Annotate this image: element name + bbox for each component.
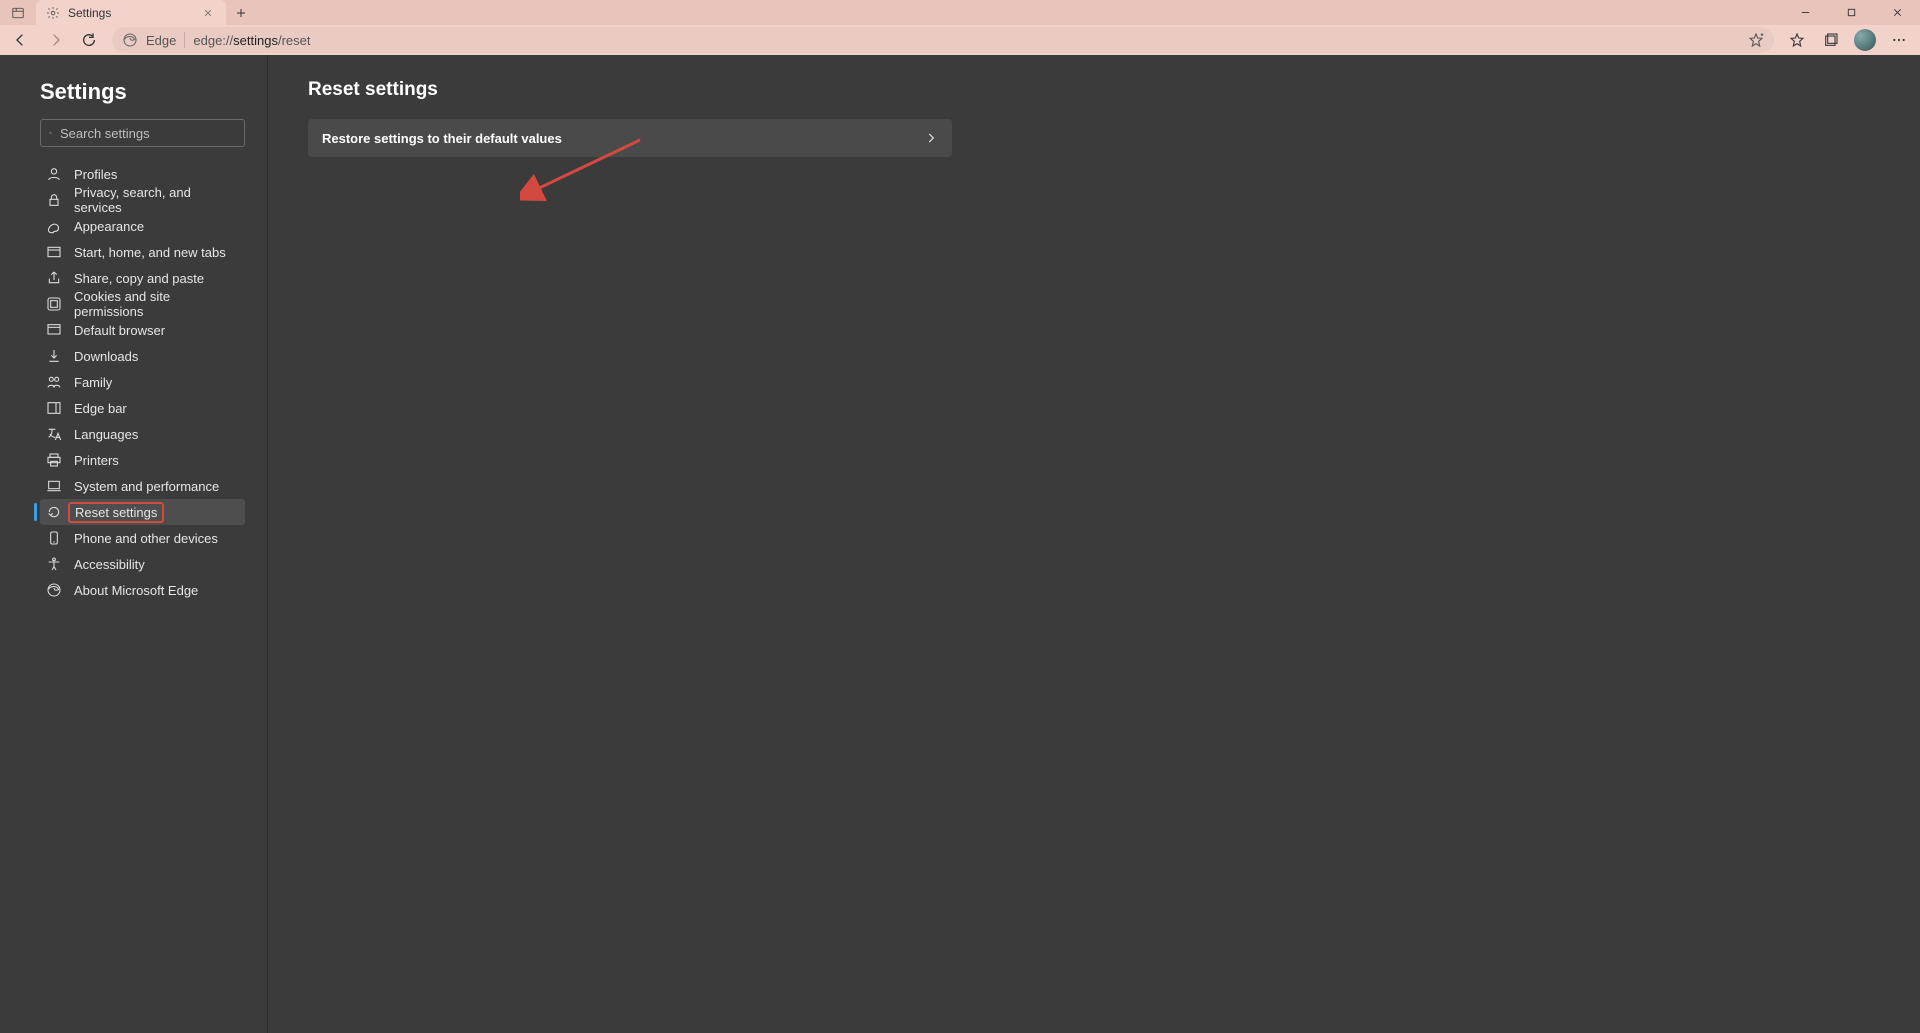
- menu-button[interactable]: [1884, 25, 1914, 55]
- tab-actions-button[interactable]: [0, 0, 36, 25]
- sidebar-item-label: Default browser: [74, 323, 165, 338]
- favorite-star-icon[interactable]: [1748, 32, 1764, 48]
- share-icon: [46, 270, 62, 286]
- sidebar-item-download[interactable]: Downloads: [40, 343, 245, 369]
- printer-icon: [46, 452, 62, 468]
- lock-icon: [46, 192, 62, 208]
- phone-icon: [46, 530, 62, 546]
- browser-tab[interactable]: Settings: [36, 0, 226, 25]
- sidebar-item-profile[interactable]: Profiles: [40, 161, 245, 187]
- sidebar-item-window[interactable]: Start, home, and new tabs: [40, 239, 245, 265]
- reset-icon: [46, 504, 62, 520]
- sidebar-item-language[interactable]: Languages: [40, 421, 245, 447]
- window-minimize-button[interactable]: [1782, 0, 1828, 25]
- nav-back-button[interactable]: [6, 25, 36, 55]
- nav-reload-button[interactable]: [74, 25, 104, 55]
- gear-icon: [46, 6, 60, 20]
- download-icon: [46, 348, 62, 364]
- sidebar-item-label: System and performance: [74, 479, 219, 494]
- favorites-button[interactable]: [1782, 25, 1812, 55]
- window-close-button[interactable]: [1874, 0, 1920, 25]
- window-controls: [1782, 0, 1920, 25]
- sidebar-item-laptop[interactable]: System and performance: [40, 473, 245, 499]
- sidebar-item-label: Reset settings: [68, 502, 164, 523]
- restore-defaults-label: Restore settings to their default values: [322, 131, 562, 146]
- sidebar-item-label: Appearance: [74, 219, 144, 234]
- sidebar-title: Settings: [0, 79, 267, 119]
- browser-toolbar: Edge edge://settings/reset: [0, 25, 1920, 55]
- address-bar[interactable]: Edge edge://settings/reset: [112, 27, 1774, 53]
- sidebar-item-printer[interactable]: Printers: [40, 447, 245, 473]
- profile-icon: [46, 166, 62, 182]
- sidebar-item-edge[interactable]: About Microsoft Edge: [40, 577, 245, 603]
- address-separator: [184, 32, 185, 48]
- sidebar-item-label: Downloads: [74, 349, 138, 364]
- profile-avatar[interactable]: [1854, 29, 1876, 51]
- sidebar-item-label: Profiles: [74, 167, 117, 182]
- sidebar-item-label: Languages: [74, 427, 138, 442]
- title-bar: Settings: [0, 0, 1920, 25]
- edge-icon: [122, 32, 138, 48]
- sidebar-item-edgebar[interactable]: Edge bar: [40, 395, 245, 421]
- chevron-right-icon: [924, 131, 938, 145]
- sidebar-item-label: Accessibility: [74, 557, 145, 572]
- laptop-icon: [46, 478, 62, 494]
- restore-defaults-button[interactable]: Restore settings to their default values: [308, 119, 952, 157]
- sidebar-item-label: Printers: [74, 453, 119, 468]
- settings-sidebar: Settings Profiles Privacy, search, and se…: [0, 55, 268, 1033]
- sidebar-item-label: Family: [74, 375, 112, 390]
- settings-search[interactable]: [40, 119, 245, 147]
- language-icon: [46, 426, 62, 442]
- sidebar-item-share[interactable]: Share, copy and paste: [40, 265, 245, 291]
- tab-title: Settings: [68, 6, 192, 20]
- sidebar-item-label: Phone and other devices: [74, 531, 218, 546]
- address-url: edge://settings/reset: [193, 33, 1740, 48]
- sidebar-item-accessibility[interactable]: Accessibility: [40, 551, 245, 577]
- settings-main: Reset settings Restore settings to their…: [268, 55, 1920, 1033]
- window-icon: [46, 244, 62, 260]
- sidebar-item-browser[interactable]: Default browser: [40, 317, 245, 343]
- sidebar-item-lock[interactable]: Privacy, search, and services: [40, 187, 245, 213]
- sidebar-item-label: About Microsoft Edge: [74, 583, 198, 598]
- sidebar-item-label: Start, home, and new tabs: [74, 245, 226, 260]
- sidebar-item-label: Privacy, search, and services: [74, 185, 239, 215]
- sidebar-item-label: Cookies and site permissions: [74, 289, 239, 319]
- cookies-icon: [46, 296, 62, 312]
- nav-forward-button[interactable]: [40, 25, 70, 55]
- tab-close-button[interactable]: [200, 5, 216, 21]
- sidebar-item-label: Edge bar: [74, 401, 127, 416]
- new-tab-button[interactable]: [226, 0, 256, 25]
- edgebar-icon: [46, 400, 62, 416]
- address-brand: Edge: [146, 33, 176, 48]
- sidebar-item-reset[interactable]: Reset settings: [40, 499, 245, 525]
- family-icon: [46, 374, 62, 390]
- accessibility-icon: [46, 556, 62, 572]
- browser-icon: [46, 322, 62, 338]
- sidebar-item-appearance[interactable]: Appearance: [40, 213, 245, 239]
- sidebar-item-label: Share, copy and paste: [74, 271, 204, 286]
- collections-button[interactable]: [1816, 25, 1846, 55]
- window-maximize-button[interactable]: [1828, 0, 1874, 25]
- settings-page: Settings Profiles Privacy, search, and se…: [0, 55, 1920, 1033]
- settings-search-input[interactable]: [60, 126, 236, 141]
- sidebar-item-phone[interactable]: Phone and other devices: [40, 525, 245, 551]
- settings-nav: Profiles Privacy, search, and services App…: [0, 155, 267, 603]
- search-icon: [49, 126, 52, 140]
- sidebar-item-cookies[interactable]: Cookies and site permissions: [40, 291, 245, 317]
- appearance-icon: [46, 218, 62, 234]
- sidebar-item-family[interactable]: Family: [40, 369, 245, 395]
- edge-icon: [46, 582, 62, 598]
- page-heading: Reset settings: [308, 79, 1880, 101]
